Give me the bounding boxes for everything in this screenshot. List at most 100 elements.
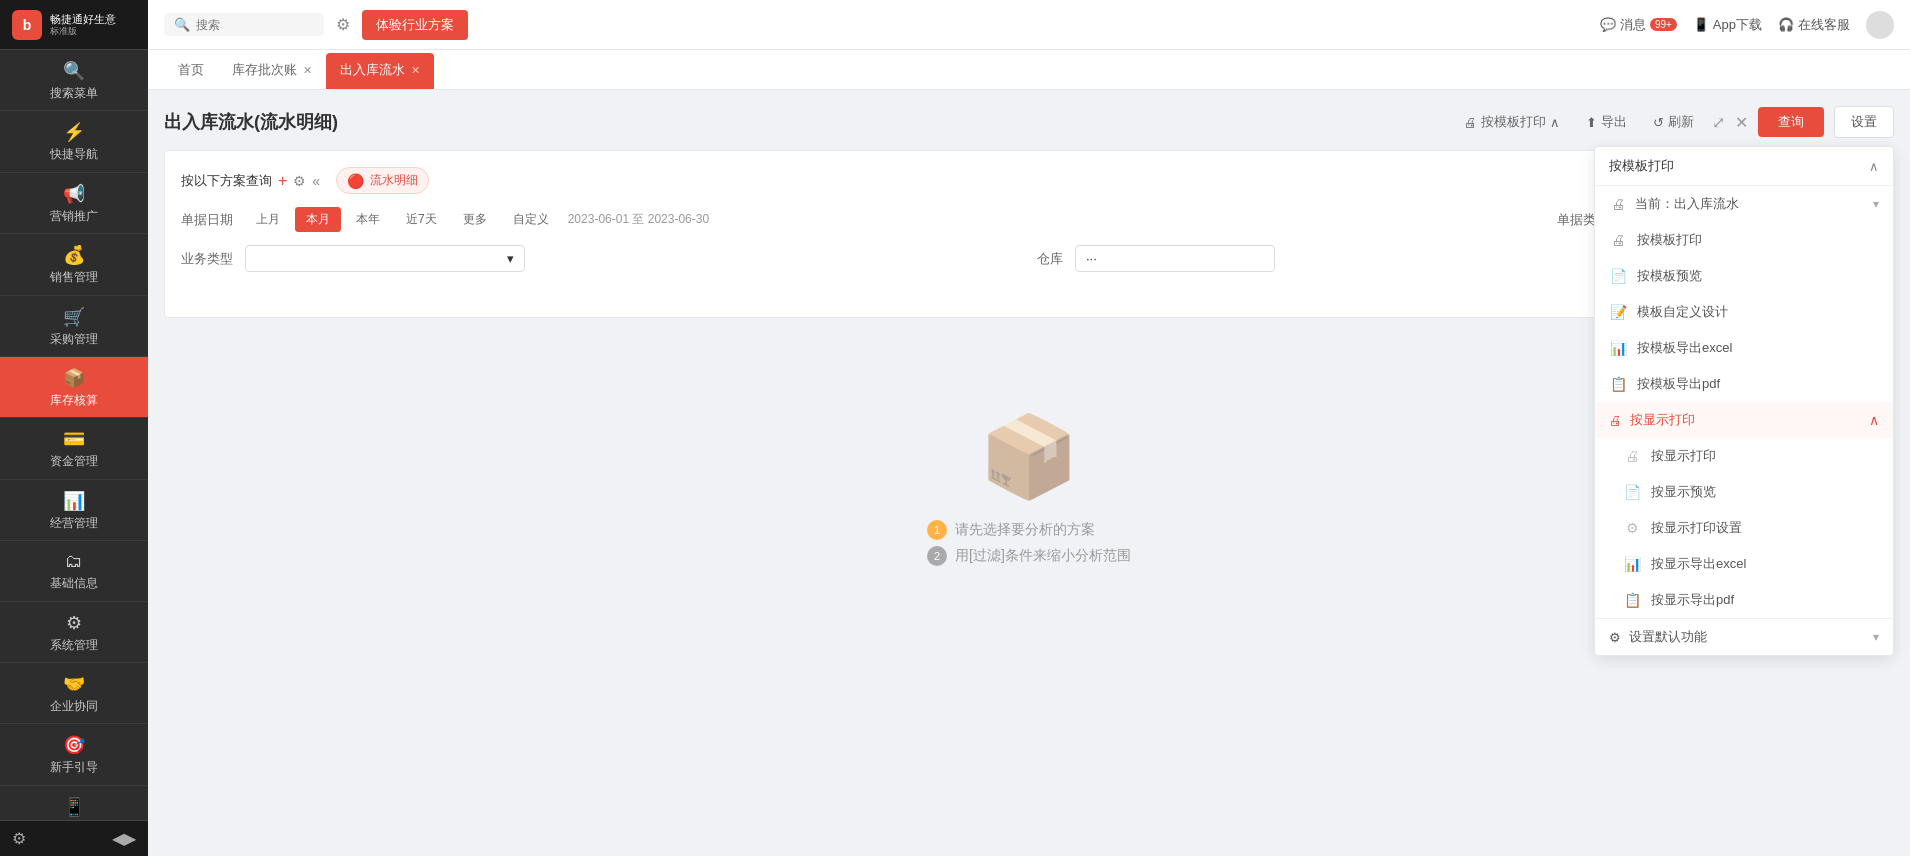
dropdown-sub-item-display-print[interactable]: 🖨 按显示打印 [1595, 438, 1893, 474]
tab-inout-flow[interactable]: 出入库流水 ✕ [326, 53, 434, 89]
sub-item-label-display-export-excel: 按显示导出excel [1651, 555, 1746, 573]
dropdown-item-template-export-excel[interactable]: 📊 按模板导出excel [1595, 330, 1893, 366]
user-avatar[interactable] [1866, 11, 1894, 39]
sidebar-item-basic[interactable]: 🗂 基础信息 [0, 541, 148, 601]
dropdown-header-label: 按模板打印 [1609, 157, 1674, 175]
topbar-gear-icon[interactable]: ⚙ [336, 15, 350, 34]
sidebar-item-inventory[interactable]: 📦 库存核算 [0, 357, 148, 418]
sidebar-item-marketing[interactable]: 📢 营销推广 [0, 173, 148, 234]
tab-batch-account-close[interactable]: ✕ [303, 64, 312, 77]
sub-item-label-display-preview: 按显示预览 [1651, 483, 1716, 501]
sidebar-item-guide[interactable]: 🎯 新手引导 [0, 724, 148, 785]
sub-item-label-display-export-pdf: 按显示导出pdf [1651, 591, 1734, 609]
online-service-button[interactable]: 🎧 在线客服 [1778, 16, 1850, 34]
template-print-button[interactable]: 🖨 按模板打印 ∧ [1456, 109, 1568, 135]
export-icon: ⬆ [1586, 115, 1597, 130]
display-print-section[interactable]: 🖨 按显示打印 ∧ [1595, 402, 1893, 438]
biz-type-chevron: ▾ [507, 251, 514, 266]
dropdown-item-template-print[interactable]: 🖨 按模板打印 [1595, 222, 1893, 258]
filter-tag-icon: 🔴 [347, 173, 364, 189]
dropdown-sub-item-display-print-settings[interactable]: ⚙ 按显示打印设置 [1595, 510, 1893, 546]
sidebar-item-purchase[interactable]: 🛒 采购管理 [0, 296, 148, 357]
dropdown-item-label-template-export-pdf: 按模板导出pdf [1637, 375, 1720, 393]
sidebar-item-search[interactable]: 🔍 搜索菜单 [0, 50, 148, 111]
date-tab-more[interactable]: 更多 [452, 207, 498, 232]
sidebar-item-finance[interactable]: 💳 资金管理 [0, 418, 148, 479]
sidebar-label-shortcut: 快捷导航 [50, 147, 98, 161]
dropdown-sub-item-display-export-pdf[interactable]: 📋 按显示导出pdf [1595, 582, 1893, 618]
empty-tips: 1 请先选择要分析的方案 2 用[过滤]条件来缩小分析范围 [927, 520, 1131, 566]
dropdown-sub-item-display-export-excel[interactable]: 📊 按显示导出excel [1595, 546, 1893, 582]
warehouse-input[interactable]: ··· [1075, 245, 1275, 272]
topbar-right: 💬 消息 99+ 📱 App下载 🎧 在线客服 [1600, 11, 1894, 39]
trial-button[interactable]: 体验行业方案 [362, 10, 468, 40]
filter-collapse-icon[interactable]: « [312, 173, 320, 189]
topbar-search-box[interactable]: 🔍 [164, 13, 324, 36]
search-icon: 🔍 [174, 17, 190, 32]
filter-tag[interactable]: 🔴 流水明细 [336, 167, 429, 194]
refresh-label: 刷新 [1668, 113, 1694, 131]
date-field-label: 单据日期 [181, 211, 233, 229]
biz-type-select[interactable]: ▾ [245, 245, 525, 272]
export-button[interactable]: ⬆ 导出 [1578, 109, 1635, 135]
sidebar-icon-finance: 💳 [63, 428, 85, 450]
date-tab-7days[interactable]: 近7天 [395, 207, 448, 232]
date-tab-last-month[interactable]: 上月 [245, 207, 291, 232]
sidebar-label-inventory: 库存核算 [50, 393, 98, 407]
search-input[interactable] [196, 18, 296, 32]
app-logo: b 畅捷通好生意 标准版 [0, 0, 148, 50]
date-tab-this-month[interactable]: 本月 [295, 207, 341, 232]
sidebar-label-purchase: 采购管理 [50, 332, 98, 346]
dropdown-current-label: 当前：出入库流水 [1635, 195, 1739, 213]
sidebar-label-operation: 经营管理 [50, 516, 98, 530]
tip-1-text: 请先选择要分析的方案 [955, 521, 1095, 539]
logo-icon: b [12, 10, 42, 40]
close-icon[interactable]: ✕ [1735, 113, 1748, 132]
sidebar-collapse-icon[interactable]: ◀▶ [112, 829, 136, 848]
dropdown-chevron-up-icon[interactable]: ∧ [1869, 159, 1879, 174]
dropdown-items: 🖨 按模板打印 📄 按模板预览 📝 模板自定义设计 📊 按模板导出excel 📋… [1595, 222, 1893, 402]
sidebar-item-apps[interactable]: 📱 应用中心 [0, 786, 148, 820]
dropdown-footer[interactable]: ⚙ 设置默认功能 ▾ [1595, 618, 1893, 655]
headset-icon: 🎧 [1778, 17, 1794, 32]
date-field: 单据日期 上月 本月 本年 近7天 更多 自定义 2023-06-01 至 20… [181, 207, 1541, 232]
sidebar-item-sales[interactable]: 💰 销售管理 [0, 234, 148, 295]
tab-batch-account[interactable]: 库存批次账 ✕ [218, 53, 326, 89]
sidebar-item-system[interactable]: ⚙ 系统管理 [0, 602, 148, 663]
messages-button[interactable]: 💬 消息 99+ [1600, 16, 1677, 34]
sidebar-nav: 🔍 搜索菜单 ⚡ 快捷导航 📢 营销推广 💰 销售管理 🛒 采购管理 📦 库存核… [0, 50, 148, 820]
dropdown-current-item[interactable]: 🖨 当前：出入库流水 ▾ [1595, 186, 1893, 222]
sidebar-label-cooperation: 企业协同 [50, 699, 98, 713]
sidebar-item-cooperation[interactable]: 🤝 企业协同 [0, 663, 148, 724]
dropdown-item-template-export-pdf[interactable]: 📋 按模板导出pdf [1595, 366, 1893, 402]
sidebar-settings-icon[interactable]: ⚙ [12, 829, 26, 848]
sidebar-label-guide: 新手引导 [50, 760, 98, 774]
sidebar-icon-cooperation: 🤝 [63, 673, 85, 695]
maximize-icon[interactable]: ⤢ [1712, 113, 1725, 132]
dropdown-item-icon-template-export-excel: 📊 [1609, 340, 1627, 356]
sidebar-label-sales: 销售管理 [50, 270, 98, 284]
tip-number-2: 2 [927, 546, 947, 566]
dropdown-sub-item-display-preview[interactable]: 📄 按显示预览 [1595, 474, 1893, 510]
settings-button[interactable]: 设置 [1834, 106, 1894, 138]
warehouse-more-icon: ··· [1086, 251, 1097, 266]
filter-label-text: 按以下方案查询 [181, 172, 272, 190]
filter-settings-icon[interactable]: ⚙ [293, 173, 306, 189]
sidebar-label-search: 搜索菜单 [50, 86, 98, 100]
dropdown-item-template-preview[interactable]: 📄 按模板预览 [1595, 258, 1893, 294]
filter-add-button[interactable]: + [278, 172, 287, 190]
sidebar-icon-search: 🔍 [63, 60, 85, 82]
dropdown-item-template-customize[interactable]: 📝 模板自定义设计 [1595, 294, 1893, 330]
sidebar-item-operation[interactable]: 📊 经营管理 [0, 480, 148, 541]
tab-home-label: 首页 [178, 61, 204, 79]
date-tab-this-year[interactable]: 本年 [345, 207, 391, 232]
refresh-button[interactable]: ↺ 刷新 [1645, 109, 1702, 135]
sidebar-icon-shortcut: ⚡ [63, 121, 85, 143]
tab-inout-flow-close[interactable]: ✕ [411, 64, 420, 77]
tab-home[interactable]: 首页 [164, 53, 218, 89]
sidebar-item-shortcut[interactable]: ⚡ 快捷导航 [0, 111, 148, 172]
date-tab-custom[interactable]: 自定义 [502, 207, 560, 232]
app-download-button[interactable]: 📱 App下载 [1693, 16, 1762, 34]
query-button[interactable]: 查询 [1758, 107, 1824, 137]
dropdown-item-label-template-preview: 按模板预览 [1637, 267, 1702, 285]
